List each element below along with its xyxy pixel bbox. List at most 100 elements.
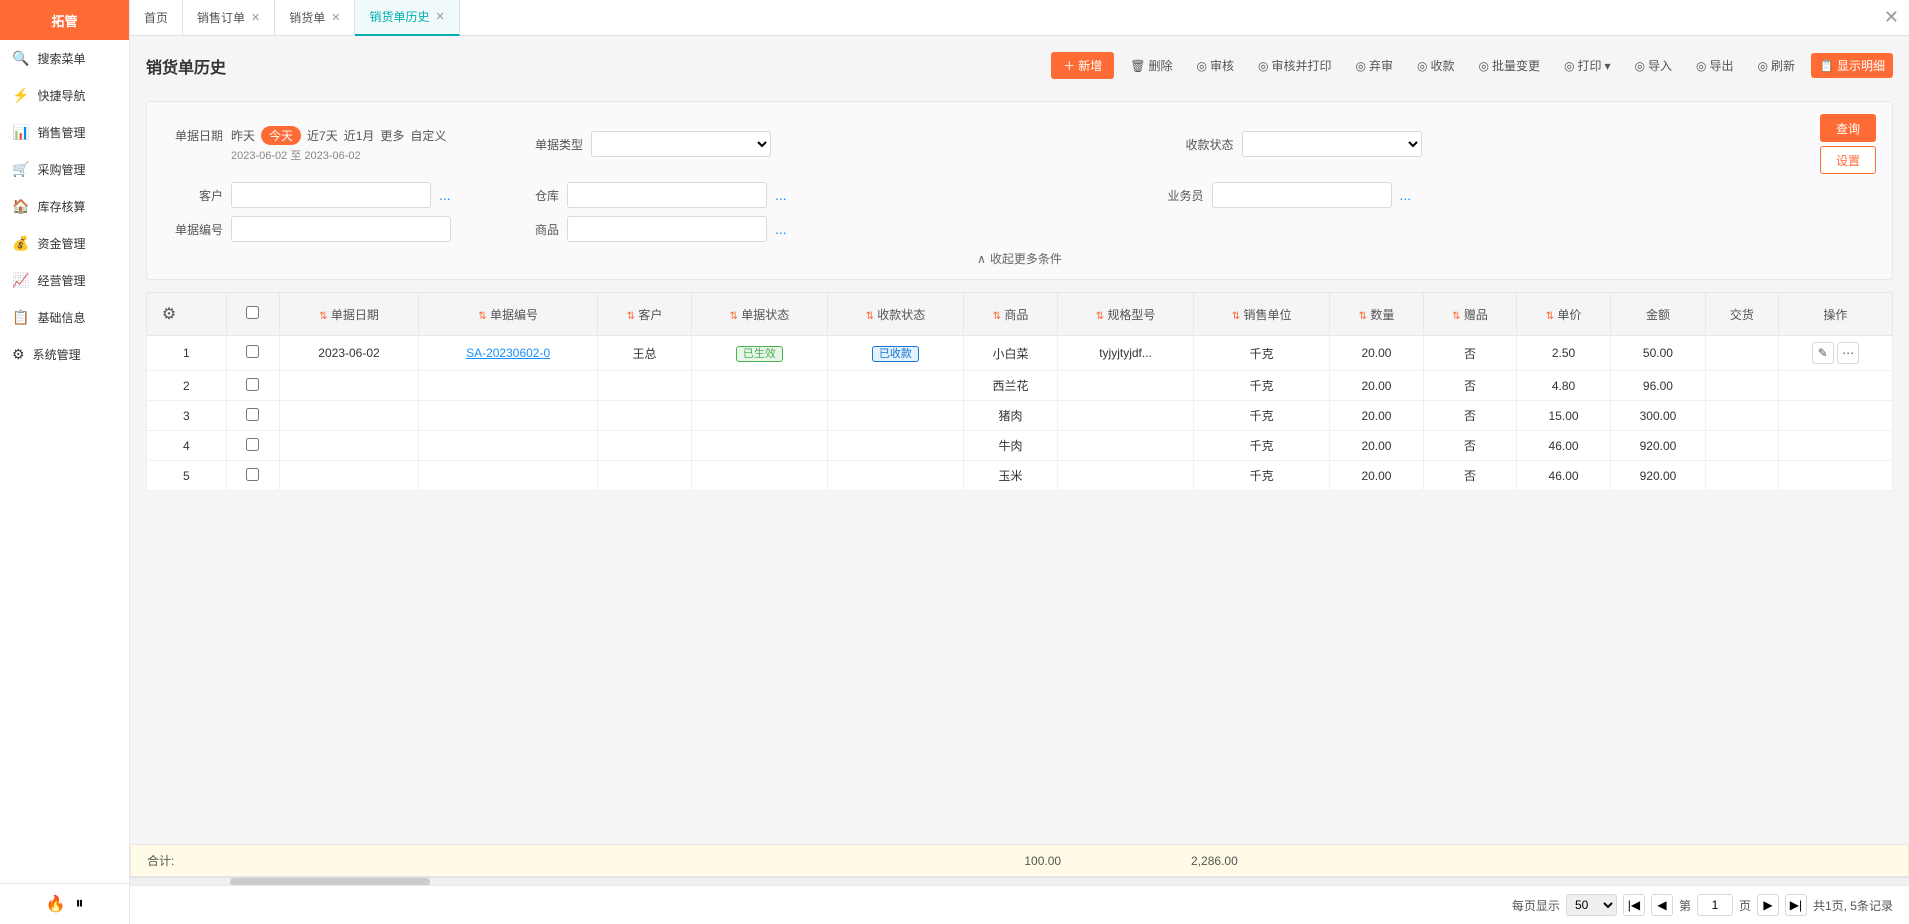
tab-sales-delivery[interactable]: 销货单 ✕ [275, 0, 355, 36]
tab-sales-order[interactable]: 销售订单 ✕ [183, 0, 275, 36]
col-doc-date[interactable]: ⇅ 单据日期 [279, 293, 418, 336]
row-checkbox-input[interactable] [246, 408, 259, 421]
date-yesterday[interactable]: 昨天 [231, 127, 255, 144]
tab-home[interactable]: 首页 [130, 0, 183, 36]
collapse-button[interactable]: ∧ 收起更多条件 [163, 250, 1876, 267]
row-doc-no[interactable] [419, 371, 598, 401]
row-checkbox-input[interactable] [246, 345, 259, 358]
col-price[interactable]: ⇅ 单价 [1517, 293, 1611, 336]
salesperson-input[interactable] [1212, 182, 1392, 208]
warehouse-input[interactable] [567, 182, 767, 208]
sidebar-item-system[interactable]: ⚙ 系统管理 [0, 336, 129, 373]
date-1month[interactable]: 近1月 [344, 127, 375, 144]
settings-button[interactable]: 设置 [1820, 146, 1876, 174]
payment-status-select[interactable] [1242, 131, 1422, 157]
row-ops[interactable] [1778, 401, 1892, 431]
sidebar-item-quick-nav[interactable]: ⚡ 快捷导航 [0, 77, 129, 114]
row-checkbox-input[interactable] [246, 378, 259, 391]
audit-button[interactable]: ◎ 审核 [1189, 53, 1243, 78]
batch-change-button[interactable]: ◎ 批量变更 [1471, 53, 1549, 78]
per-page-select[interactable]: 50 10 20 100 [1566, 894, 1617, 916]
row-gift: 否 [1423, 371, 1517, 401]
col-pay-status[interactable]: ⇅ 收款状态 [827, 293, 963, 336]
query-button[interactable]: 查询 [1820, 114, 1876, 142]
col-doc-status[interactable]: ⇅ 单据状态 [691, 293, 827, 336]
tab-sales-delivery-close[interactable]: ✕ [331, 11, 340, 24]
tab-bar-close[interactable]: ✕ [1874, 7, 1909, 28]
date-custom[interactable]: 自定义 [410, 127, 446, 144]
show-detail-button[interactable]: 📋 显示明细 [1811, 53, 1893, 78]
tab-sales-history[interactable]: 销货单历史 ✕ [355, 0, 459, 36]
sidebar-item-inventory[interactable]: 🏠 库存核算 [0, 188, 129, 225]
col-unit[interactable]: ⇅ 销售单位 [1194, 293, 1330, 336]
select-all-checkbox[interactable] [246, 306, 259, 319]
row-ops[interactable] [1778, 371, 1892, 401]
page-number-input[interactable] [1697, 894, 1733, 916]
sidebar-item-search-menu[interactable]: 🔍 搜索菜单 [0, 40, 129, 77]
audit-print-button[interactable]: ◎ 审核并打印 [1250, 53, 1340, 78]
next-page-button[interactable]: ▶ [1757, 894, 1779, 916]
customer-select-icon[interactable]: ... [439, 187, 451, 203]
col-gift[interactable]: ⇅ 赠品 [1423, 293, 1517, 336]
customer-input[interactable] [231, 182, 431, 208]
table-row: 12023-06-02SA-20230602-0王总已生效已收款小白菜tyjyj… [147, 336, 1893, 371]
doc-type-select[interactable] [591, 131, 771, 157]
row-ops[interactable]: ✎ ⋯ [1778, 336, 1892, 371]
product-select-icon[interactable]: ... [775, 221, 787, 237]
sidebar-item-sales-mgmt[interactable]: 📊 销售管理 [0, 114, 129, 151]
last-page-button[interactable]: ▶| [1785, 894, 1807, 916]
abandon-button[interactable]: ◎ 弃审 [1348, 53, 1402, 78]
warehouse-select-icon[interactable]: ... [775, 187, 787, 203]
sidebar-item-purchase-mgmt[interactable]: 🛒 采购管理 [0, 151, 129, 188]
row-doc-no[interactable] [419, 431, 598, 461]
row-checkbox[interactable] [226, 336, 279, 371]
row-checkbox-input[interactable] [246, 438, 259, 451]
collect-button[interactable]: ◎ 收款 [1409, 53, 1463, 78]
refresh-button[interactable]: ◎ 刷新 [1750, 53, 1804, 78]
more-op-button[interactable]: ⋯ [1837, 342, 1859, 364]
tab-sales-history-close[interactable]: ✕ [436, 10, 445, 23]
col-settings[interactable]: ⚙ [147, 293, 227, 336]
print-button[interactable]: ◎ 打印 ▾ [1556, 53, 1619, 78]
row-doc-no[interactable] [419, 401, 598, 431]
row-checkbox[interactable] [226, 431, 279, 461]
row-doc-no[interactable]: SA-20230602-0 [419, 336, 598, 371]
sort-icon: ⇅ [993, 311, 1001, 322]
filter-row-3: 单据编号 商品 ... [163, 216, 1876, 242]
row-checkbox[interactable] [226, 401, 279, 431]
row-doc-status [691, 431, 827, 461]
row-checkbox[interactable] [226, 461, 279, 491]
doc-no-link[interactable]: SA-20230602-0 [466, 346, 550, 360]
sidebar-item-operations[interactable]: 📈 经营管理 [0, 262, 129, 299]
prev-page-button[interactable]: ◀ [1651, 894, 1673, 916]
sidebar-item-basic-info[interactable]: 📋 基础信息 [0, 299, 129, 336]
export-button[interactable]: ◎ 导出 [1688, 53, 1742, 78]
date-7days[interactable]: 近7天 [307, 127, 338, 144]
row-checkbox-input[interactable] [246, 468, 259, 481]
fire-icon[interactable]: 🔥 [46, 894, 66, 914]
row-ops[interactable] [1778, 461, 1892, 491]
date-today[interactable]: 今天 [261, 126, 301, 145]
col-customer[interactable]: ⇅ 客户 [598, 293, 692, 336]
product-input[interactable] [567, 216, 767, 242]
pause-icon[interactable]: ⏸ [75, 895, 83, 913]
doc-no-input[interactable] [231, 216, 451, 242]
gear-icon[interactable]: ⚙ [155, 300, 183, 328]
edit-op-button[interactable]: ✎ [1812, 342, 1834, 364]
date-more[interactable]: 更多 [380, 127, 404, 144]
tab-sales-order-close[interactable]: ✕ [251, 11, 260, 24]
col-qty[interactable]: ⇅ 数量 [1330, 293, 1424, 336]
first-page-button[interactable]: |◀ [1623, 894, 1645, 916]
row-ops[interactable] [1778, 431, 1892, 461]
salesperson-select-icon[interactable]: ... [1400, 187, 1412, 203]
row-checkbox[interactable] [226, 371, 279, 401]
row-doc-no[interactable] [419, 461, 598, 491]
sidebar-item-finance[interactable]: 💰 资金管理 [0, 225, 129, 262]
import-button[interactable]: ◎ 导入 [1627, 53, 1681, 78]
delete-button[interactable]: 🗑 删除 [1122, 53, 1180, 78]
col-doc-no[interactable]: ⇅ 单据编号 [419, 293, 598, 336]
col-spec[interactable]: ⇅ 规格型号 [1058, 293, 1194, 336]
row-doc-date [279, 431, 418, 461]
col-product[interactable]: ⇅ 商品 [963, 293, 1057, 336]
new-button[interactable]: ＋ 新增 [1051, 52, 1114, 79]
